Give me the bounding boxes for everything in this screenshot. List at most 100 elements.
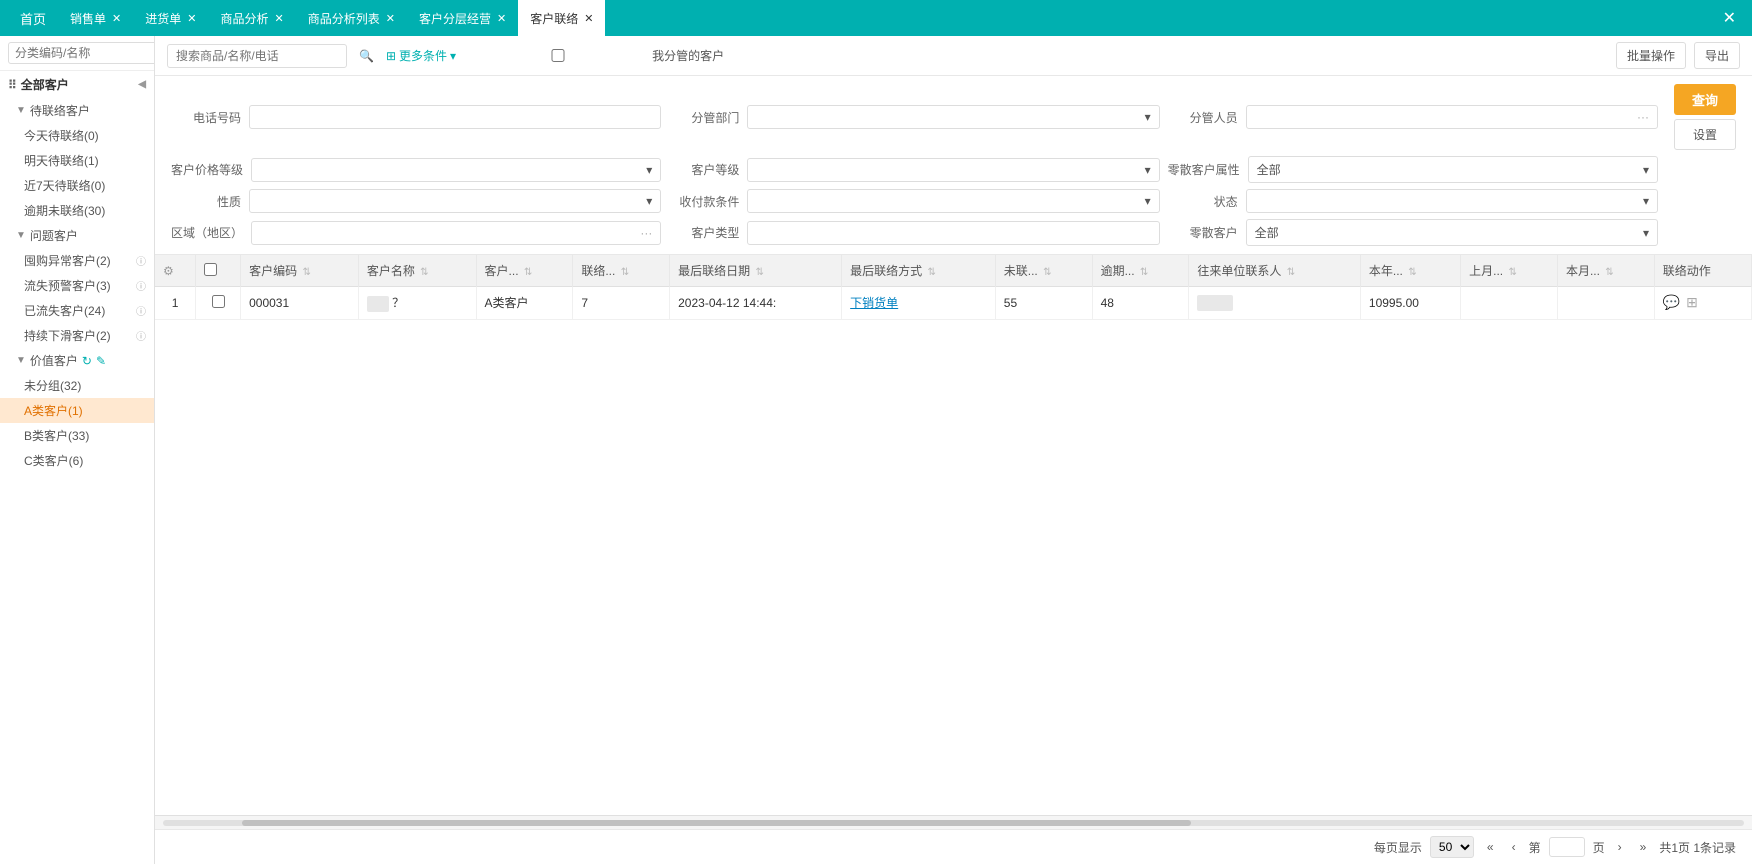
col-not-contact[interactable]: 未联... ⇅	[995, 255, 1092, 287]
chevron-down-icon8: ▾	[1643, 194, 1649, 208]
region-select[interactable]: ···	[251, 221, 661, 245]
chevron-down-icon7: ▾	[1145, 194, 1151, 208]
close-purchase-tab[interactable]: ✕	[187, 12, 196, 25]
close-goods-list-tab[interactable]: ✕	[386, 12, 395, 25]
search-input[interactable]	[167, 44, 347, 68]
col-last-date[interactable]: 最后联络日期 ⇅	[670, 255, 842, 287]
sidebar-problem-header[interactable]: ▼ 问题客户	[0, 223, 154, 248]
sidebar-item-today[interactable]: 今天待联络(0)	[0, 123, 154, 148]
row-last-method[interactable]: 下销货单	[842, 287, 996, 320]
export-button[interactable]: 导出	[1694, 42, 1740, 69]
nav-sales[interactable]: 销售单 ✕	[58, 0, 133, 36]
close-goods-tab[interactable]: ✕	[275, 12, 284, 25]
my-customers-checkbox[interactable]	[468, 49, 648, 62]
next-page-btn[interactable]: ›	[1613, 838, 1627, 856]
customer-type-input[interactable]	[747, 221, 1159, 245]
query-button[interactable]: 查询	[1674, 84, 1736, 115]
chevron-down-icon3: ▾	[646, 163, 652, 177]
triangle-icon: ▼	[16, 105, 26, 116]
info-icon2: ⓘ	[136, 278, 146, 293]
close-all-tabs[interactable]: ✕	[1715, 8, 1744, 28]
filter-search-icon[interactable]: 🔍	[359, 49, 374, 63]
col-this-month[interactable]: 本月... ⇅	[1557, 255, 1654, 287]
sidebar-item-churned[interactable]: 已流失客户(24) ⓘ	[0, 298, 154, 323]
dept-select[interactable]: ▾	[747, 105, 1159, 129]
nav-goods-analysis[interactable]: 商品分析 ✕	[208, 0, 295, 36]
collapse-icon[interactable]: ◀	[138, 79, 146, 90]
grid-action-icon[interactable]: ⊞	[1686, 294, 1698, 311]
col-contact-person[interactable]: 往来单位联系人 ⇅	[1189, 255, 1361, 287]
adv-filter-row-1: 电话号码 分管部门 ▾ 分管人员 ···	[171, 84, 1736, 150]
col-last-month[interactable]: 上月... ⇅	[1461, 255, 1558, 287]
sidebar-item-churn-warning[interactable]: 流失预警客户(3) ⓘ	[0, 273, 154, 298]
sidebar-pending-header[interactable]: ▼ 待联络客户	[0, 98, 154, 123]
col-this-year[interactable]: 本年... ⇅	[1360, 255, 1460, 287]
page-number-input[interactable]: 1	[1549, 837, 1585, 857]
data-table-container: ⚙ 客户编码 ⇅ 客户名称 ⇅ 客户...	[155, 255, 1752, 815]
col-code[interactable]: 客户编码 ⇅	[241, 255, 359, 287]
chevron-down-icon5: ▾	[1643, 163, 1649, 177]
sidebar-item-7days[interactable]: 近7天待联络(0)	[0, 173, 154, 198]
nature-select[interactable]: ▾	[249, 189, 661, 213]
price-level-select[interactable]: ▾	[251, 158, 661, 182]
payment-select[interactable]: ▾	[747, 189, 1159, 213]
nav-home[interactable]: 首页	[8, 9, 58, 28]
sidebar-value-header[interactable]: ▼ 价值客户 ↻ ✎	[0, 348, 154, 373]
sidebar-all-customers[interactable]: ⠿ 全部客户 ◀	[0, 71, 154, 98]
sort-icon7: ⇅	[1043, 267, 1051, 278]
name-placeholder	[367, 296, 389, 312]
nav-customer-contact[interactable]: 客户联络 ✕	[518, 0, 605, 36]
col-gear[interactable]: ⚙	[155, 255, 196, 287]
col-last-method[interactable]: 最后联络方式 ⇅	[842, 255, 996, 287]
row-checkbox	[196, 287, 241, 320]
select-all-checkbox[interactable]	[204, 263, 217, 276]
sidebar: 🔍 ⠿ 全部客户 ◀ ▼ 待联络客户 今天待联络(0) 明天待联络(1) 近7天…	[0, 36, 155, 864]
col-name[interactable]: 客户名称 ⇅	[358, 255, 476, 287]
nav-purchase[interactable]: 进货单 ✕	[133, 0, 208, 36]
chevron-down-icon6: ▾	[646, 194, 652, 208]
phone-input[interactable]	[249, 105, 661, 129]
per-page-select[interactable]: 50	[1430, 836, 1474, 858]
chat-icon[interactable]: 💬	[1663, 294, 1680, 311]
col-overdue[interactable]: 逾期... ⇅	[1092, 255, 1189, 287]
sidebar-item-tomorrow[interactable]: 明天待联络(1)	[0, 148, 154, 173]
edit-icon[interactable]: ✎	[96, 354, 106, 368]
nav-customer-segment[interactable]: 客户分层经营 ✕	[407, 0, 518, 36]
close-contact-tab[interactable]: ✕	[584, 12, 593, 25]
prev-page-btn[interactable]: ‹	[1507, 838, 1521, 856]
sidebar-item-declining[interactable]: 持续下滑客户(2) ⓘ	[0, 323, 154, 348]
person-select[interactable]: ···	[1246, 105, 1658, 129]
horizontal-scrollbar[interactable]	[155, 815, 1752, 829]
adv-filter-row-3: 性质 ▾ 收付款条件 ▾ 状态	[171, 189, 1736, 213]
chevron-down-icon: ▾	[450, 49, 456, 63]
nav-goods-analysis-list[interactable]: 商品分析列表 ✕	[296, 0, 407, 36]
first-page-btn[interactable]: «	[1482, 838, 1499, 856]
retail-customer-select[interactable]: 全部 ▾	[1246, 219, 1658, 246]
sidebar-item-unclassified[interactable]: 未分组(32)	[0, 373, 154, 398]
row-overdue: 48	[1092, 287, 1189, 320]
row-select-checkbox[interactable]	[212, 295, 225, 308]
gear-icon[interactable]: ⚙	[163, 264, 174, 278]
sidebar-item-hoarding[interactable]: 囤购异常客户(2) ⓘ	[0, 248, 154, 273]
col-contact[interactable]: 联络... ⇅	[573, 255, 670, 287]
sidebar-item-b-class[interactable]: B类客户(33)	[0, 423, 154, 448]
more-conditions-btn[interactable]: ⊞ 更多条件 ▾	[386, 47, 456, 64]
col-type[interactable]: 客户... ⇅	[476, 255, 573, 287]
settings-button[interactable]: 设置	[1674, 119, 1736, 150]
batch-op-button[interactable]: 批量操作	[1616, 42, 1686, 69]
sidebar-search-input[interactable]	[8, 42, 155, 64]
customer-level-select[interactable]: ▾	[747, 158, 1159, 182]
sidebar-item-overdue[interactable]: 逾期未联络(30)	[0, 198, 154, 223]
close-sales-tab[interactable]: ✕	[112, 12, 121, 25]
sidebar-item-a-class[interactable]: A类客户(1)	[0, 398, 154, 423]
row-this-month	[1557, 287, 1654, 320]
triangle-icon3: ▼	[16, 355, 26, 366]
scrollbar-track	[163, 820, 1744, 826]
sidebar-item-c-class[interactable]: C类客户(6)	[0, 448, 154, 473]
refresh-icon[interactable]: ↻	[82, 354, 92, 368]
status-select[interactable]: ▾	[1246, 189, 1658, 213]
retail-attr-select[interactable]: 全部 ▾	[1248, 156, 1658, 183]
last-page-btn[interactable]: »	[1635, 838, 1652, 856]
close-segment-tab[interactable]: ✕	[497, 12, 506, 25]
sort-icon12: ⇅	[1605, 267, 1613, 278]
